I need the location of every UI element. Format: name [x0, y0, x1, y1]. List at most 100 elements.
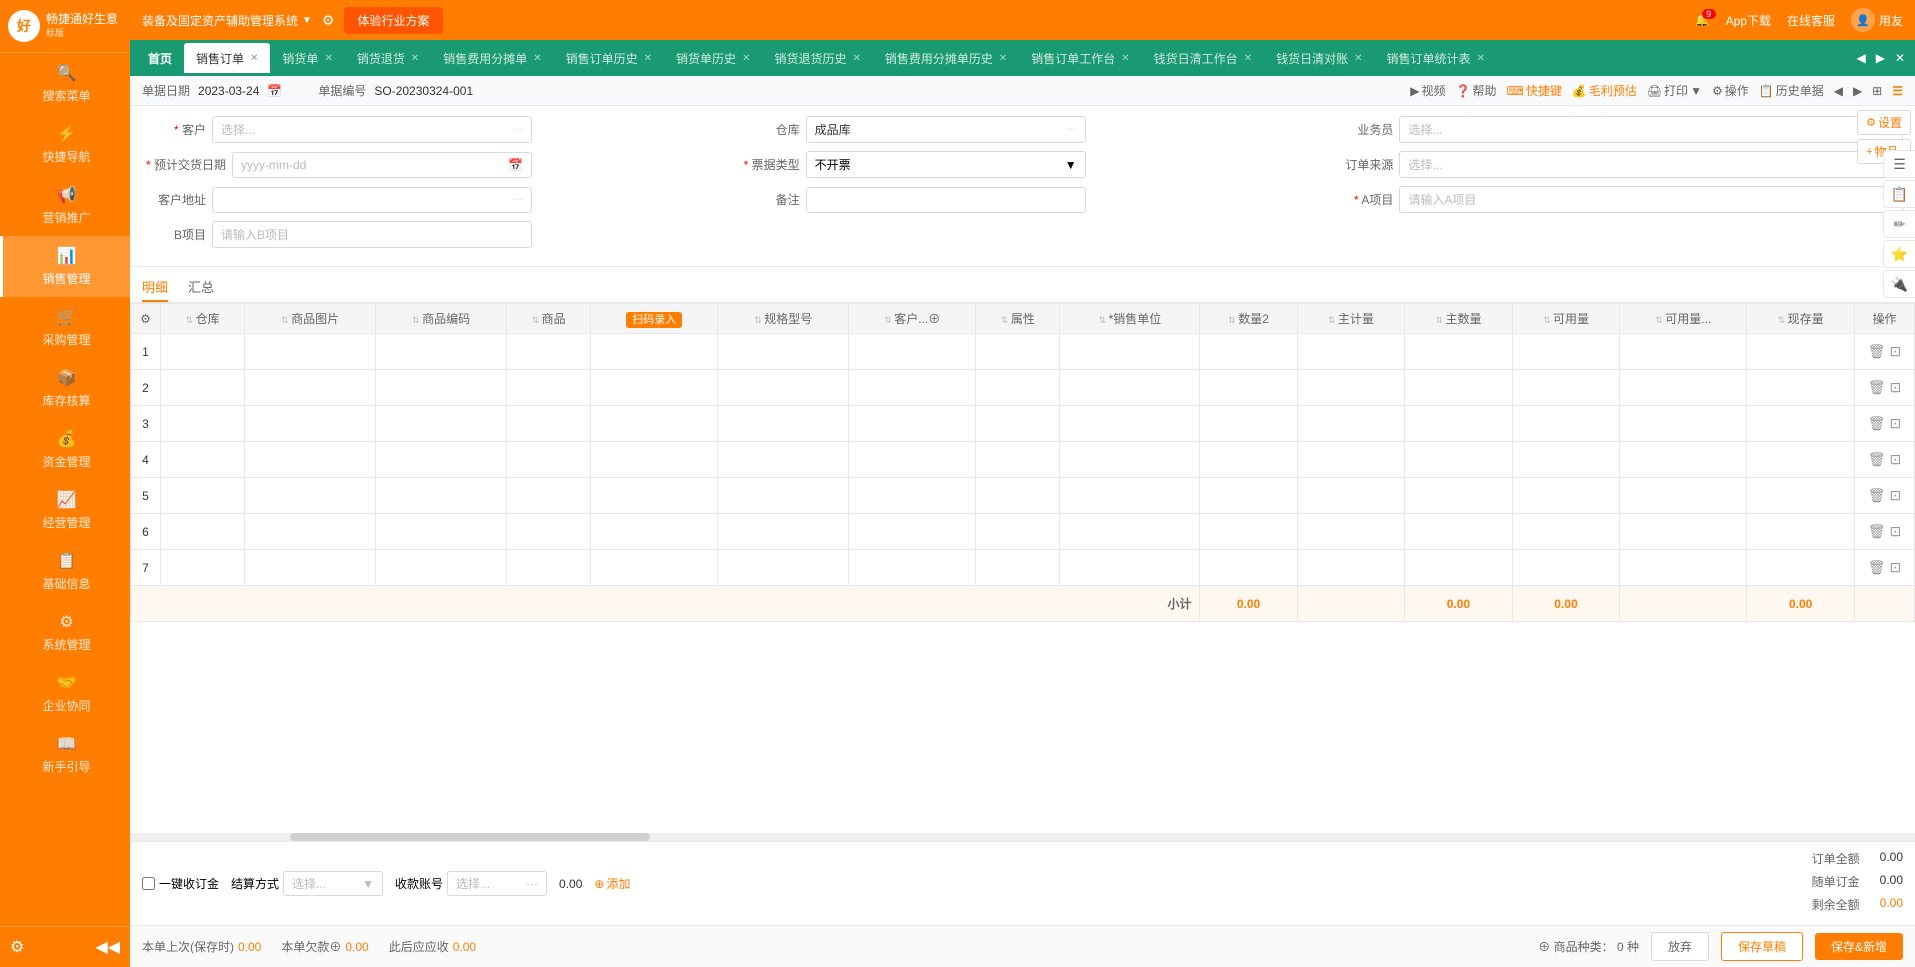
cell-1-10[interactable] [1200, 370, 1297, 406]
help-btn[interactable]: ❓ 帮助 [1456, 82, 1497, 99]
shortcuts-btn[interactable]: ⌨ 快捷键 [1507, 82, 1562, 99]
tab-4[interactable]: 销售费用分摊单✕ [431, 43, 553, 73]
cell-4-9[interactable] [1060, 478, 1200, 514]
delete-row-0[interactable]: 🗑 [1868, 343, 1886, 360]
cell-5-7[interactable] [849, 514, 976, 550]
abandon-button[interactable]: 放弃 [1651, 932, 1709, 961]
cell-1-15[interactable] [1747, 370, 1855, 406]
cell-1-6[interactable] [718, 370, 849, 406]
topbar-gear-icon[interactable]: ⚙ [322, 12, 335, 29]
print-btn[interactable]: 🖨 打印 ▼ [1647, 82, 1702, 99]
cell-4-11[interactable] [1297, 478, 1405, 514]
sidebar-item-3[interactable]: 📊销售管理 [0, 236, 130, 297]
receipt-account-select[interactable]: 选择... ··· [447, 871, 547, 896]
col-header-1[interactable]: ⇅ 仓库 [161, 304, 245, 334]
cell-4-15[interactable] [1747, 478, 1855, 514]
copy-row-2[interactable]: ⊡ [1890, 415, 1902, 432]
nav-prev-icon[interactable]: ◀ [1834, 84, 1843, 98]
cell-5-12[interactable] [1405, 514, 1513, 550]
notification-badge[interactable]: 🔔 9 [1695, 13, 1710, 27]
add-button[interactable]: ⊕ 添加 [594, 875, 630, 892]
cell-6-7[interactable] [849, 550, 976, 586]
cell-0-1[interactable] [161, 334, 245, 370]
col-header-10[interactable]: ⇅ 数量2 [1200, 304, 1297, 334]
copy-row-5[interactable]: ⊡ [1890, 523, 1902, 540]
cell-0-3[interactable] [376, 334, 507, 370]
cell-1-8[interactable] [976, 370, 1060, 406]
cell-0-14[interactable] [1620, 334, 1747, 370]
delivery-date-input[interactable]: yyyy-mm-dd 📅 [232, 152, 532, 178]
cell-2-11[interactable] [1297, 406, 1405, 442]
customer-address-input[interactable]: ··· [212, 187, 532, 213]
delete-row-5[interactable]: 🗑 [1868, 523, 1886, 540]
cell-5-5[interactable] [591, 514, 718, 550]
cell-4-14[interactable] [1620, 478, 1747, 514]
date-calendar-icon[interactable]: 📅 [267, 84, 282, 98]
sidebar-item-0[interactable]: 🔍搜索菜单 [0, 53, 130, 114]
cell-4-10[interactable] [1200, 478, 1297, 514]
cell-0-2[interactable] [245, 334, 376, 370]
operate-btn[interactable]: ⚙ 操作 [1712, 82, 1749, 99]
cell-2-4[interactable] [507, 406, 591, 442]
tab-close-8[interactable]: ✕ [999, 53, 1007, 64]
copy-row-4[interactable]: ⊡ [1890, 487, 1902, 504]
tab-0[interactable]: 首页 [136, 43, 184, 73]
collapse-icon[interactable]: ◀◀ [95, 937, 120, 957]
table-wrapper[interactable]: ⚙⇅ 仓库⇅ 商品图片⇅ 商品编码⇅ 商品扫码录入⇅ 规格型号⇅ 客户...⊕⇅… [130, 303, 1915, 833]
cell-1-4[interactable] [507, 370, 591, 406]
col-header-5[interactable]: 扫码录入 [591, 304, 718, 334]
cell-1-11[interactable] [1297, 370, 1405, 406]
cell-4-7[interactable] [849, 478, 976, 514]
cell-1-13[interactable] [1512, 370, 1620, 406]
cell-3-10[interactable] [1200, 442, 1297, 478]
cell-3-5[interactable] [591, 442, 718, 478]
note-input[interactable] [806, 187, 1086, 213]
cell-1-2[interactable] [245, 370, 376, 406]
sidebar-item-8[interactable]: 📋基础信息 [0, 541, 130, 602]
cell-0-12[interactable] [1405, 334, 1513, 370]
tab-more[interactable]: ✕ [1891, 49, 1909, 67]
tab-close-12[interactable]: ✕ [1477, 53, 1485, 64]
cell-2-6[interactable] [718, 406, 849, 442]
cell-5-9[interactable] [1060, 514, 1200, 550]
cell-2-15[interactable] [1747, 406, 1855, 442]
tab-11[interactable]: 钱货日清对账✕ [1264, 43, 1374, 73]
cell-4-1[interactable] [161, 478, 245, 514]
cell-0-10[interactable] [1200, 334, 1297, 370]
cell-6-4[interactable] [507, 550, 591, 586]
cell-6-8[interactable] [976, 550, 1060, 586]
cell-5-4[interactable] [507, 514, 591, 550]
cell-3-11[interactable] [1297, 442, 1405, 478]
col-header-8[interactable]: ⇅ 属性 [976, 304, 1060, 334]
detail-tab-1[interactable]: 汇总 [188, 273, 214, 302]
copy-row-3[interactable]: ⊡ [1890, 451, 1902, 468]
sidebar-item-7[interactable]: 📈经营管理 [0, 480, 130, 541]
cell-6-3[interactable] [376, 550, 507, 586]
col-header-13[interactable]: ⇅ 可用量 [1512, 304, 1620, 334]
cell-1-7[interactable] [849, 370, 976, 406]
system-dropdown-arrow[interactable]: ▼ [302, 15, 312, 26]
cell-4-4[interactable] [507, 478, 591, 514]
copy-row-6[interactable]: ⊡ [1890, 559, 1902, 576]
cell-2-5[interactable] [591, 406, 718, 442]
tab-12[interactable]: 销售订单统计表✕ [1374, 43, 1496, 73]
cell-2-13[interactable] [1512, 406, 1620, 442]
b-project-input[interactable]: 请输入B项目 [212, 221, 532, 248]
cell-4-6[interactable] [718, 478, 849, 514]
tab-close-9[interactable]: ✕ [1121, 53, 1129, 64]
customer-input[interactable]: 选择... ··· [212, 116, 532, 143]
grid-view-icon[interactable]: ⊞ [1872, 84, 1882, 98]
setup-button[interactable]: ⚙ 设置 [1857, 110, 1911, 135]
cell-4-3[interactable] [376, 478, 507, 514]
cell-6-9[interactable] [1060, 550, 1200, 586]
cell-4-8[interactable] [976, 478, 1060, 514]
video-btn[interactable]: ▶ 视频 [1410, 82, 1445, 99]
settings-icon[interactable]: ⚙ [10, 937, 24, 957]
solution-button[interactable]: 体验行业方案 [344, 7, 442, 34]
cell-3-4[interactable] [507, 442, 591, 478]
cell-5-6[interactable] [718, 514, 849, 550]
cell-2-10[interactable] [1200, 406, 1297, 442]
cell-4-5[interactable] [591, 478, 718, 514]
copy-row-0[interactable]: ⊡ [1890, 343, 1902, 360]
cell-5-11[interactable] [1297, 514, 1405, 550]
